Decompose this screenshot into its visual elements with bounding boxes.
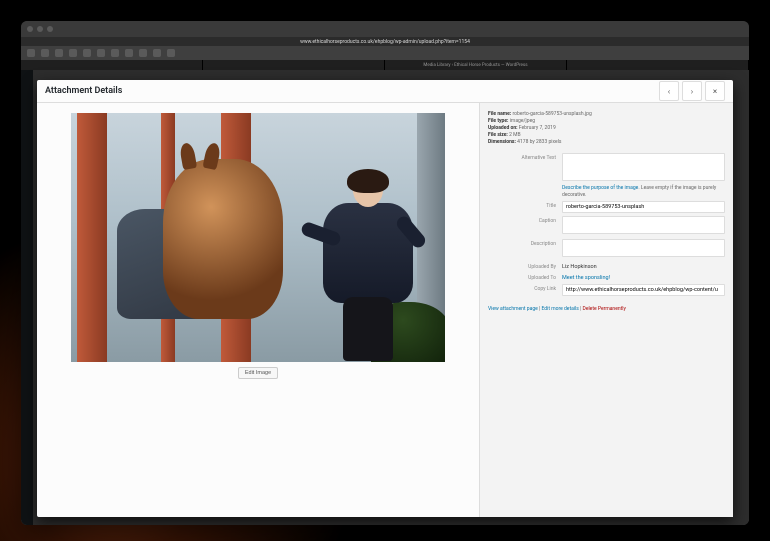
alt-text-label: Alternative Text: [488, 153, 562, 161]
alt-text-input[interactable]: [562, 153, 725, 181]
caption-label: Caption: [488, 216, 562, 224]
copy-link-label: Copy Link: [488, 284, 562, 292]
alt-hint-link[interactable]: Describe the purpose of the image: [562, 185, 638, 191]
meta-file-type: File type: image/jpeg: [488, 118, 725, 124]
browser-window: www.ethicalhorseproducts.co.uk/ehpblog/w…: [21, 21, 749, 525]
browser-tab[interactable]: [21, 60, 203, 70]
uploaded-to-label: Uploaded To: [488, 273, 562, 281]
modal-body: Edit Image File name: roberto-garcia-589…: [37, 103, 733, 517]
toolbar-icon[interactable]: [41, 49, 49, 57]
browser-toolbar: [21, 46, 749, 60]
view-attachment-link[interactable]: View attachment page: [488, 306, 538, 312]
browser-tabs: Media Library ‹ Ethical Horse Products —…: [21, 60, 749, 70]
modal-header: Attachment Details ‹ › ×: [37, 80, 733, 103]
meta-file-size: File size: 2 MB: [488, 132, 725, 138]
window-traffic-lights: [21, 21, 749, 37]
address-bar[interactable]: www.ethicalhorseproducts.co.uk/ehpblog/w…: [21, 37, 749, 46]
uploaded-to-link[interactable]: Meet the sponsling!: [562, 275, 610, 281]
chevron-left-icon: ‹: [668, 87, 670, 96]
meta-uploaded-on: Uploaded on: February 7, 2019: [488, 125, 725, 131]
toolbar-icon[interactable]: [125, 49, 133, 57]
caption-input[interactable]: [562, 216, 725, 234]
description-input[interactable]: [562, 239, 725, 257]
toolbar-icon[interactable]: [153, 49, 161, 57]
description-label: Description: [488, 239, 562, 247]
uploaded-by-label: Uploaded By: [488, 262, 562, 270]
attachment-settings: Alternative Text Describe the purpose of…: [488, 153, 725, 296]
attachment-image: [71, 113, 445, 362]
toolbar-icon[interactable]: [167, 49, 175, 57]
toolbar-icon[interactable]: [27, 49, 35, 57]
desktop-background: www.ethicalhorseproducts.co.uk/ehpblog/w…: [0, 0, 770, 541]
toolbar-icon[interactable]: [83, 49, 91, 57]
attachment-sidebar: File name: roberto-garcia-589753-unsplas…: [479, 103, 733, 517]
delete-permanently-link[interactable]: Delete Permanently: [583, 306, 626, 312]
edit-more-details-link[interactable]: Edit more details: [542, 306, 579, 312]
meta-file-name: File name: roberto-garcia-589753-unsplas…: [488, 111, 725, 117]
browser-tab[interactable]: Media Library ‹ Ethical Horse Products —…: [385, 60, 567, 70]
attachment-actions: View attachment page | Edit more details…: [488, 306, 725, 312]
toolbar-icon[interactable]: [111, 49, 119, 57]
minimize-window-icon[interactable]: [37, 26, 43, 32]
next-attachment-button[interactable]: ›: [682, 81, 702, 101]
modal-nav: ‹ › ×: [656, 81, 725, 101]
edit-image-button[interactable]: Edit Image: [238, 367, 278, 379]
zoom-window-icon[interactable]: [47, 26, 53, 32]
chevron-right-icon: ›: [691, 87, 693, 96]
copy-link-input[interactable]: [562, 284, 725, 296]
page-content: Attachment Details ‹ › ×: [21, 70, 749, 525]
prev-attachment-button[interactable]: ‹: [659, 81, 679, 101]
modal-title: Attachment Details: [45, 86, 122, 96]
title-label: Title: [488, 201, 562, 209]
attachment-details-modal: Attachment Details ‹ › ×: [37, 80, 733, 517]
toolbar-icon[interactable]: [97, 49, 105, 57]
media-preview-column: Edit Image: [37, 103, 479, 517]
browser-tab[interactable]: [567, 60, 749, 70]
browser-tab[interactable]: [203, 60, 385, 70]
close-icon: ×: [713, 87, 717, 96]
uploaded-by-value: Liz Hopkinson: [562, 262, 725, 270]
close-modal-button[interactable]: ×: [705, 81, 725, 101]
alt-text-hint: Describe the purpose of the image. Leave…: [562, 185, 725, 198]
toolbar-icon[interactable]: [69, 49, 77, 57]
toolbar-icon[interactable]: [55, 49, 63, 57]
toolbar-icon[interactable]: [139, 49, 147, 57]
close-window-icon[interactable]: [27, 26, 33, 32]
url-text: www.ethicalhorseproducts.co.uk/ehpblog/w…: [300, 39, 470, 45]
title-input[interactable]: [562, 201, 725, 213]
meta-dimensions: Dimensions: 4178 by 2833 pixels: [488, 139, 725, 145]
